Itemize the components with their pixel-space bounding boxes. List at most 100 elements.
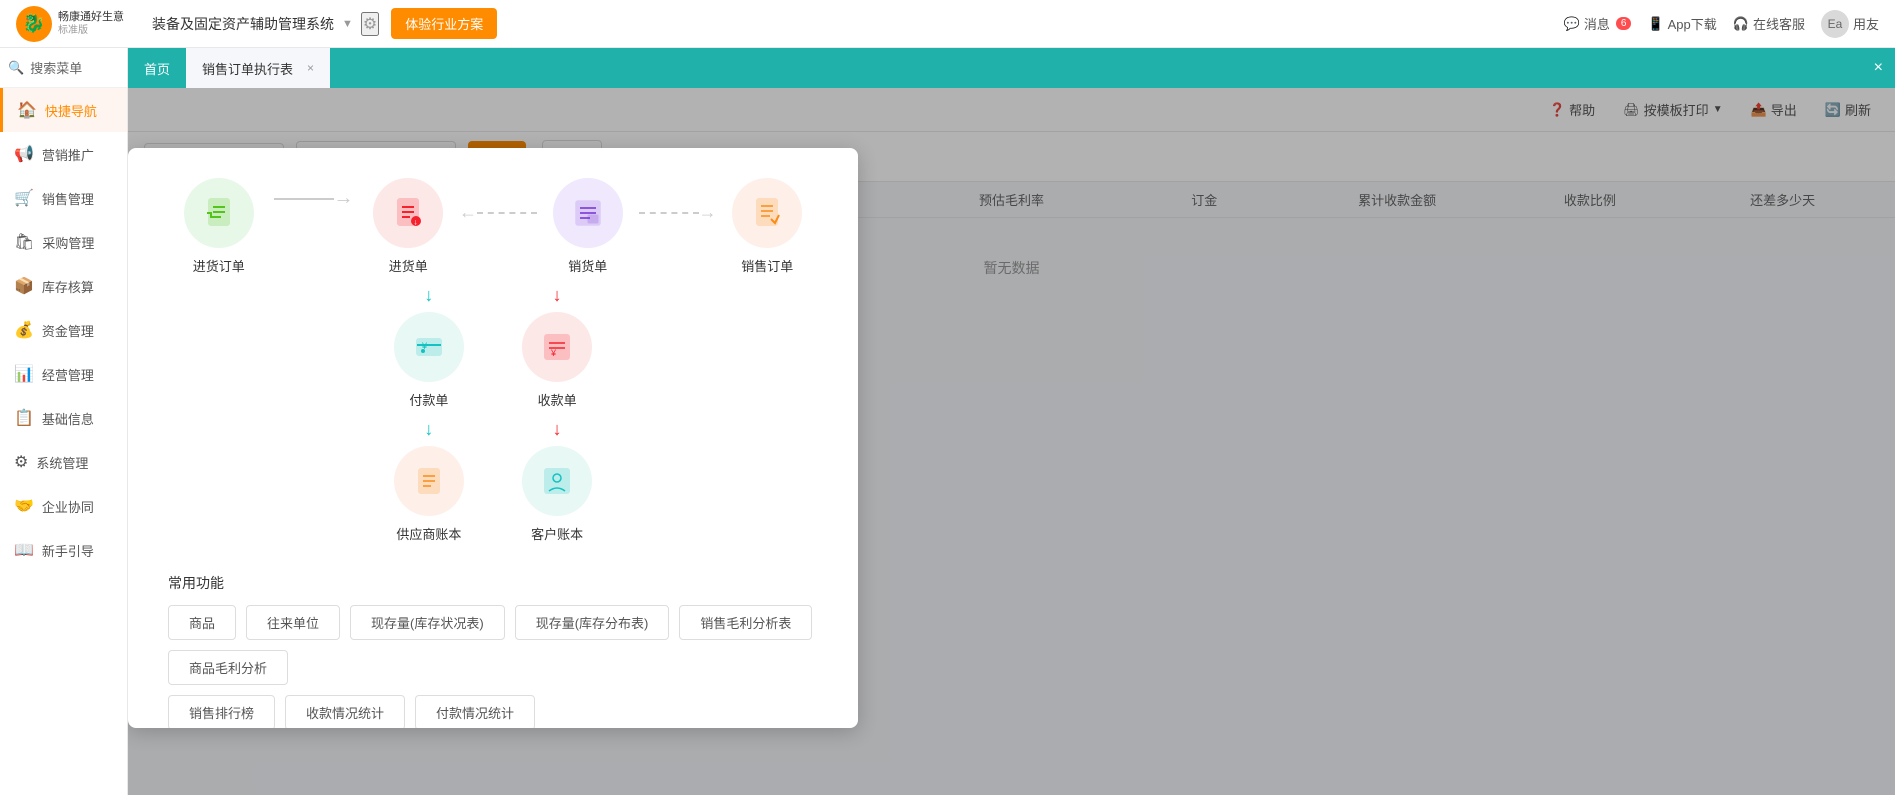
flow-node-payment-bill[interactable]: ¥ 付款单 [365,312,493,409]
marketing-icon: 📢 [14,144,34,164]
purchase-bill-circle: ↓ [373,178,443,248]
modal: 进货订单 → [128,148,858,728]
customer-ledger-label: 客户账本 [531,524,583,543]
flow-node-receipt-bill[interactable]: ¥ 收款单 [493,312,621,409]
common-btn-stock-dist[interactable]: 现存量(库存分布表) [515,605,670,640]
top-right: 💬 消息 6 📱 App下载 🎧 在线客服 Ea 用友 [1564,10,1879,38]
sales-order-label: 销售订单 [741,256,793,275]
common-btn-receipt-stats[interactable]: 收款情况统计 [285,695,405,728]
inventory-icon: 📦 [14,276,34,296]
payment-bill-circle: ¥ [394,312,464,382]
common-btn-goods[interactable]: 商品 [168,605,236,640]
app-download-btn[interactable]: 📱 App下载 [1647,14,1716,33]
sidebar-item-purchase[interactable]: 🛍 采购管理 [0,220,127,264]
sidebar-item-finance[interactable]: 💰 资金管理 [0,308,127,352]
s4 [621,419,689,440]
common-btn-sales-gross[interactable]: 销售毛利分析表 [679,605,812,640]
app-wrapper: 🐉 畅康通好生意 标准版 装备及固定资产辅助管理系统 ▼ ⚙ 体验行业方案 💬 … [0,0,1895,795]
svg-text:¥: ¥ [550,348,557,358]
sidebar-search[interactable]: 🔍 搜索菜单 [0,48,127,88]
arrow-down-sales: ↓ [493,285,621,306]
trial-btn[interactable]: 体验行业方案 [391,8,497,39]
flow-row-3: 供应商账本 客户账本 [168,446,818,543]
tab-bar: 首页 销售订单执行表 × × [128,48,1895,88]
flow-node-customer-ledger[interactable]: 客户账本 [493,446,621,543]
common-btn-partners[interactable]: 往来单位 [246,605,340,640]
customer-ledger-circle [522,446,592,516]
content-area: 首页 销售订单执行表 × × ❓ 帮助 🖨 [128,48,1895,795]
main-area: 🔍 搜索菜单 🏠 快捷导航 📢 营销推广 🛒 销售管理 🛍 采购管理 📦 [0,48,1895,795]
spacer-3 [621,285,689,306]
sidebar-item-operations[interactable]: 📊 经营管理 [0,352,127,396]
system-dropdown-icon[interactable]: ▼ [342,18,353,30]
sidebar-item-marketing[interactable]: 📢 营销推广 [0,132,127,176]
basic-info-icon: 📋 [14,408,34,428]
common-btn-sales-rank[interactable]: 销售排行榜 [168,695,275,728]
modal-inner: 进货订单 → [128,148,858,728]
sidebar-item-enterprise[interactable]: 🤝 企业协同 [0,484,127,528]
spacer-right [690,285,818,306]
common-btns-row2: 销售排行榜 收款情况统计 付款情况统计 [168,695,818,728]
common-section-title: 常用功能 [168,573,818,593]
sidebar-item-inventory[interactable]: 📦 库存核算 [0,264,127,308]
message-btn[interactable]: 💬 消息 6 [1564,14,1632,33]
sales-order-circle [732,178,802,248]
settings-icon-btn[interactable]: ⚙ [361,12,379,36]
receipt-bill-label: 收款单 [538,390,577,409]
enterprise-icon: 🤝 [14,496,34,516]
online-service-btn[interactable]: 🎧 在线客服 [1733,14,1805,33]
receipt-bill-circle: ¥ [522,312,592,382]
purchase-order-label: 进货订单 [193,256,245,275]
svg-text:↓: ↓ [414,218,418,227]
common-section: 常用功能 商品 往来单位 现存量(库存状况表) 现存量(库存分布表) 销售毛利分… [168,573,818,728]
logo-icon: 🐉 [16,6,52,42]
user-menu[interactable]: Ea 用友 [1821,10,1879,38]
tab-bar-close-btn[interactable]: × [1874,59,1883,77]
flow-section: 进货订单 → [168,178,818,553]
tab-close-icon[interactable]: × [307,61,314,75]
modal-overlay[interactable]: 进货订单 → [128,88,1895,795]
flow-arrows-row: ↓ ↓ [168,285,818,306]
guide-icon: 📖 [14,540,34,560]
dashed-area: ← [459,202,537,223]
sales-bill-circle [553,178,623,248]
spacer-left [168,285,296,306]
flow-node-purchase-bill[interactable]: ↓ 进货单 [358,178,460,275]
payment-bill-label: 付款单 [409,390,448,409]
search-icon: 🔍 [8,60,24,76]
spacer-arrow [296,285,364,306]
common-btn-payment-stats[interactable]: 付款情况统计 [415,695,535,728]
flow-node-supplier-ledger[interactable]: 供应商账本 [365,446,493,543]
flow-row-2: ¥ 付款单 ¥ [168,312,818,409]
common-btn-stock-status[interactable]: 现存量(库存状况表) [350,605,505,640]
dashed-area-2: → [639,202,717,223]
arrow-down-receipt: ↓ [493,419,621,440]
sidebar-item-guide[interactable]: 📖 新手引导 [0,528,127,572]
tab-sales-order[interactable]: 销售订单执行表 × [186,48,330,88]
system-title-area: 装备及固定资产辅助管理系统 ▼ [144,14,353,34]
sales-bill-label: 销货单 [568,256,607,275]
sidebar-item-basic-info[interactable]: 📋 基础信息 [0,396,127,440]
logo-text: 畅康通好生意 标准版 [58,10,124,37]
flow-row-1: 进货订单 → [168,178,818,275]
sidebar: 🔍 搜索菜单 🏠 快捷导航 📢 营销推广 🛒 销售管理 🛍 采购管理 📦 [0,48,128,795]
sidebar-item-system[interactable]: ⚙ 系统管理 [0,440,127,484]
flow-node-sales-bill[interactable]: 销货单 [537,178,639,275]
sidebar-item-sales[interactable]: 🛒 销售管理 [0,176,127,220]
supplier-ledger-circle [394,446,464,516]
s5 [690,419,818,440]
sales-icon: 🛒 [14,188,34,208]
flow-node-purchase-order[interactable]: 进货订单 [168,178,270,275]
flow-node-sales-order[interactable]: 销售订单 [717,178,819,275]
flow-arrows-row-2: ↓ ↓ [168,419,818,440]
logo-area: 🐉 畅康通好生意 标准版 [16,6,144,42]
avatar: Ea [1821,10,1849,38]
common-btn-goods-gross[interactable]: 商品毛利分析 [168,650,288,685]
page-content: ❓ 帮助 🖨 按模板打印 ▼ 📤 导出 🔄 刷新 [128,88,1895,795]
purchase-icon: 🛍 [14,232,34,252]
top-bar: 🐉 畅康通好生意 标准版 装备及固定资产辅助管理系统 ▼ ⚙ 体验行业方案 💬 … [0,0,1895,48]
sidebar-item-quick-nav[interactable]: 🏠 快捷导航 [0,88,127,132]
message-badge: 6 [1616,17,1632,30]
tab-home[interactable]: 首页 [128,48,186,88]
message-icon: 💬 [1564,16,1580,32]
